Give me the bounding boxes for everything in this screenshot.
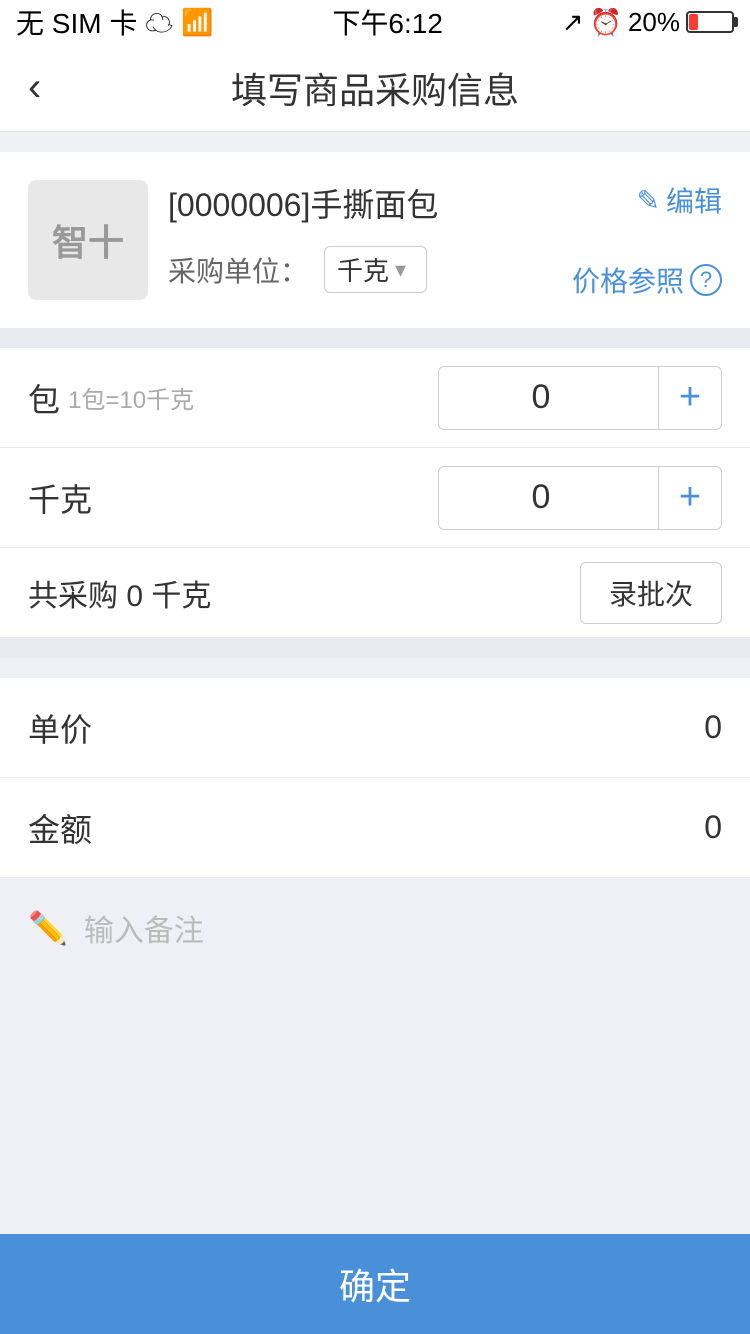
kg-input-row: 千克 + (0, 448, 750, 548)
input-section: 包 1包=10千克 + 千克 + 共采购 0 千克 录批次 (0, 348, 750, 638)
help-icon: ? (690, 264, 722, 296)
bag-label: 包 (28, 375, 60, 421)
bag-input-right: + (438, 366, 722, 430)
unit-price-row: 单价 0 (0, 678, 750, 778)
location-icon: ↗ (562, 7, 584, 38)
battery-icon (686, 11, 734, 33)
edit-button[interactable]: ✎ 编辑 (637, 180, 722, 220)
unit-value: 千克 (337, 251, 389, 288)
price-section: 单价 0 金额 0 (0, 678, 750, 878)
unit-select[interactable]: 千克 ▾ (324, 246, 427, 293)
kg-input-right: + (438, 466, 722, 530)
unit-price-label: 单价 (28, 705, 92, 751)
edit-label: 编辑 (666, 180, 722, 220)
product-thumbnail: 智十 (28, 180, 148, 300)
kg-qty-input[interactable] (438, 466, 658, 530)
price-ref-button[interactable]: 价格参照 ? (572, 260, 722, 300)
status-left: 无 SIM 卡 ☁ 📶 (16, 2, 214, 42)
bag-input-row: 包 1包=10千克 + (0, 348, 750, 448)
edit-icon: ✎ (637, 184, 660, 217)
section-divider-1 (0, 328, 750, 348)
sim-status: 无 SIM 卡 ☁ (16, 2, 173, 42)
product-card: 智十 [0000006]手撕面包 采购单位： 千克 ▾ ✎ 编辑 价格参照 ? (0, 152, 750, 328)
wifi-icon: 📶 (181, 7, 213, 38)
empty-space (0, 978, 750, 1278)
amount-row: 金额 0 (0, 778, 750, 878)
unit-label: 采购单位： (168, 250, 308, 290)
record-batch-button[interactable]: 录批次 (580, 562, 722, 624)
product-thumb-text: 智十 (52, 214, 124, 266)
note-placeholder: 输入备注 (84, 906, 204, 950)
note-section[interactable]: ✏️ 输入备注 (0, 878, 750, 978)
battery-percent: 20% (628, 7, 680, 38)
status-bar: 无 SIM 卡 ☁ 📶 下午6:12 ↗ ⏰ 20% (0, 0, 750, 44)
unit-price-value: 0 (704, 709, 722, 746)
bag-qty-input[interactable] (438, 366, 658, 430)
status-right: ↗ ⏰ 20% (562, 7, 734, 38)
amount-label: 金额 (28, 805, 92, 851)
total-row: 共采购 0 千克 录批次 (0, 548, 750, 638)
price-ref-label: 价格参照 (572, 260, 684, 300)
section-divider-2 (0, 638, 750, 658)
nav-bar: ‹ 填写商品采购信息 (0, 44, 750, 132)
page-title: 填写商品采购信息 (231, 62, 519, 114)
kg-label: 千克 (28, 475, 92, 521)
amount-value: 0 (704, 809, 722, 846)
dropdown-arrow-icon: ▾ (395, 257, 406, 283)
bag-sub-label: 1包=10千克 (68, 380, 194, 415)
bag-plus-button[interactable]: + (658, 366, 722, 430)
kg-plus-button[interactable]: + (658, 466, 722, 530)
total-text: 共采购 0 千克 (28, 571, 211, 615)
confirm-button[interactable]: 确定 (0, 1234, 750, 1334)
note-icon: ✏️ (28, 909, 68, 947)
status-time: 下午6:12 (332, 2, 443, 42)
back-button[interactable]: ‹ (28, 65, 41, 110)
alarm-icon: ⏰ (590, 7, 622, 38)
